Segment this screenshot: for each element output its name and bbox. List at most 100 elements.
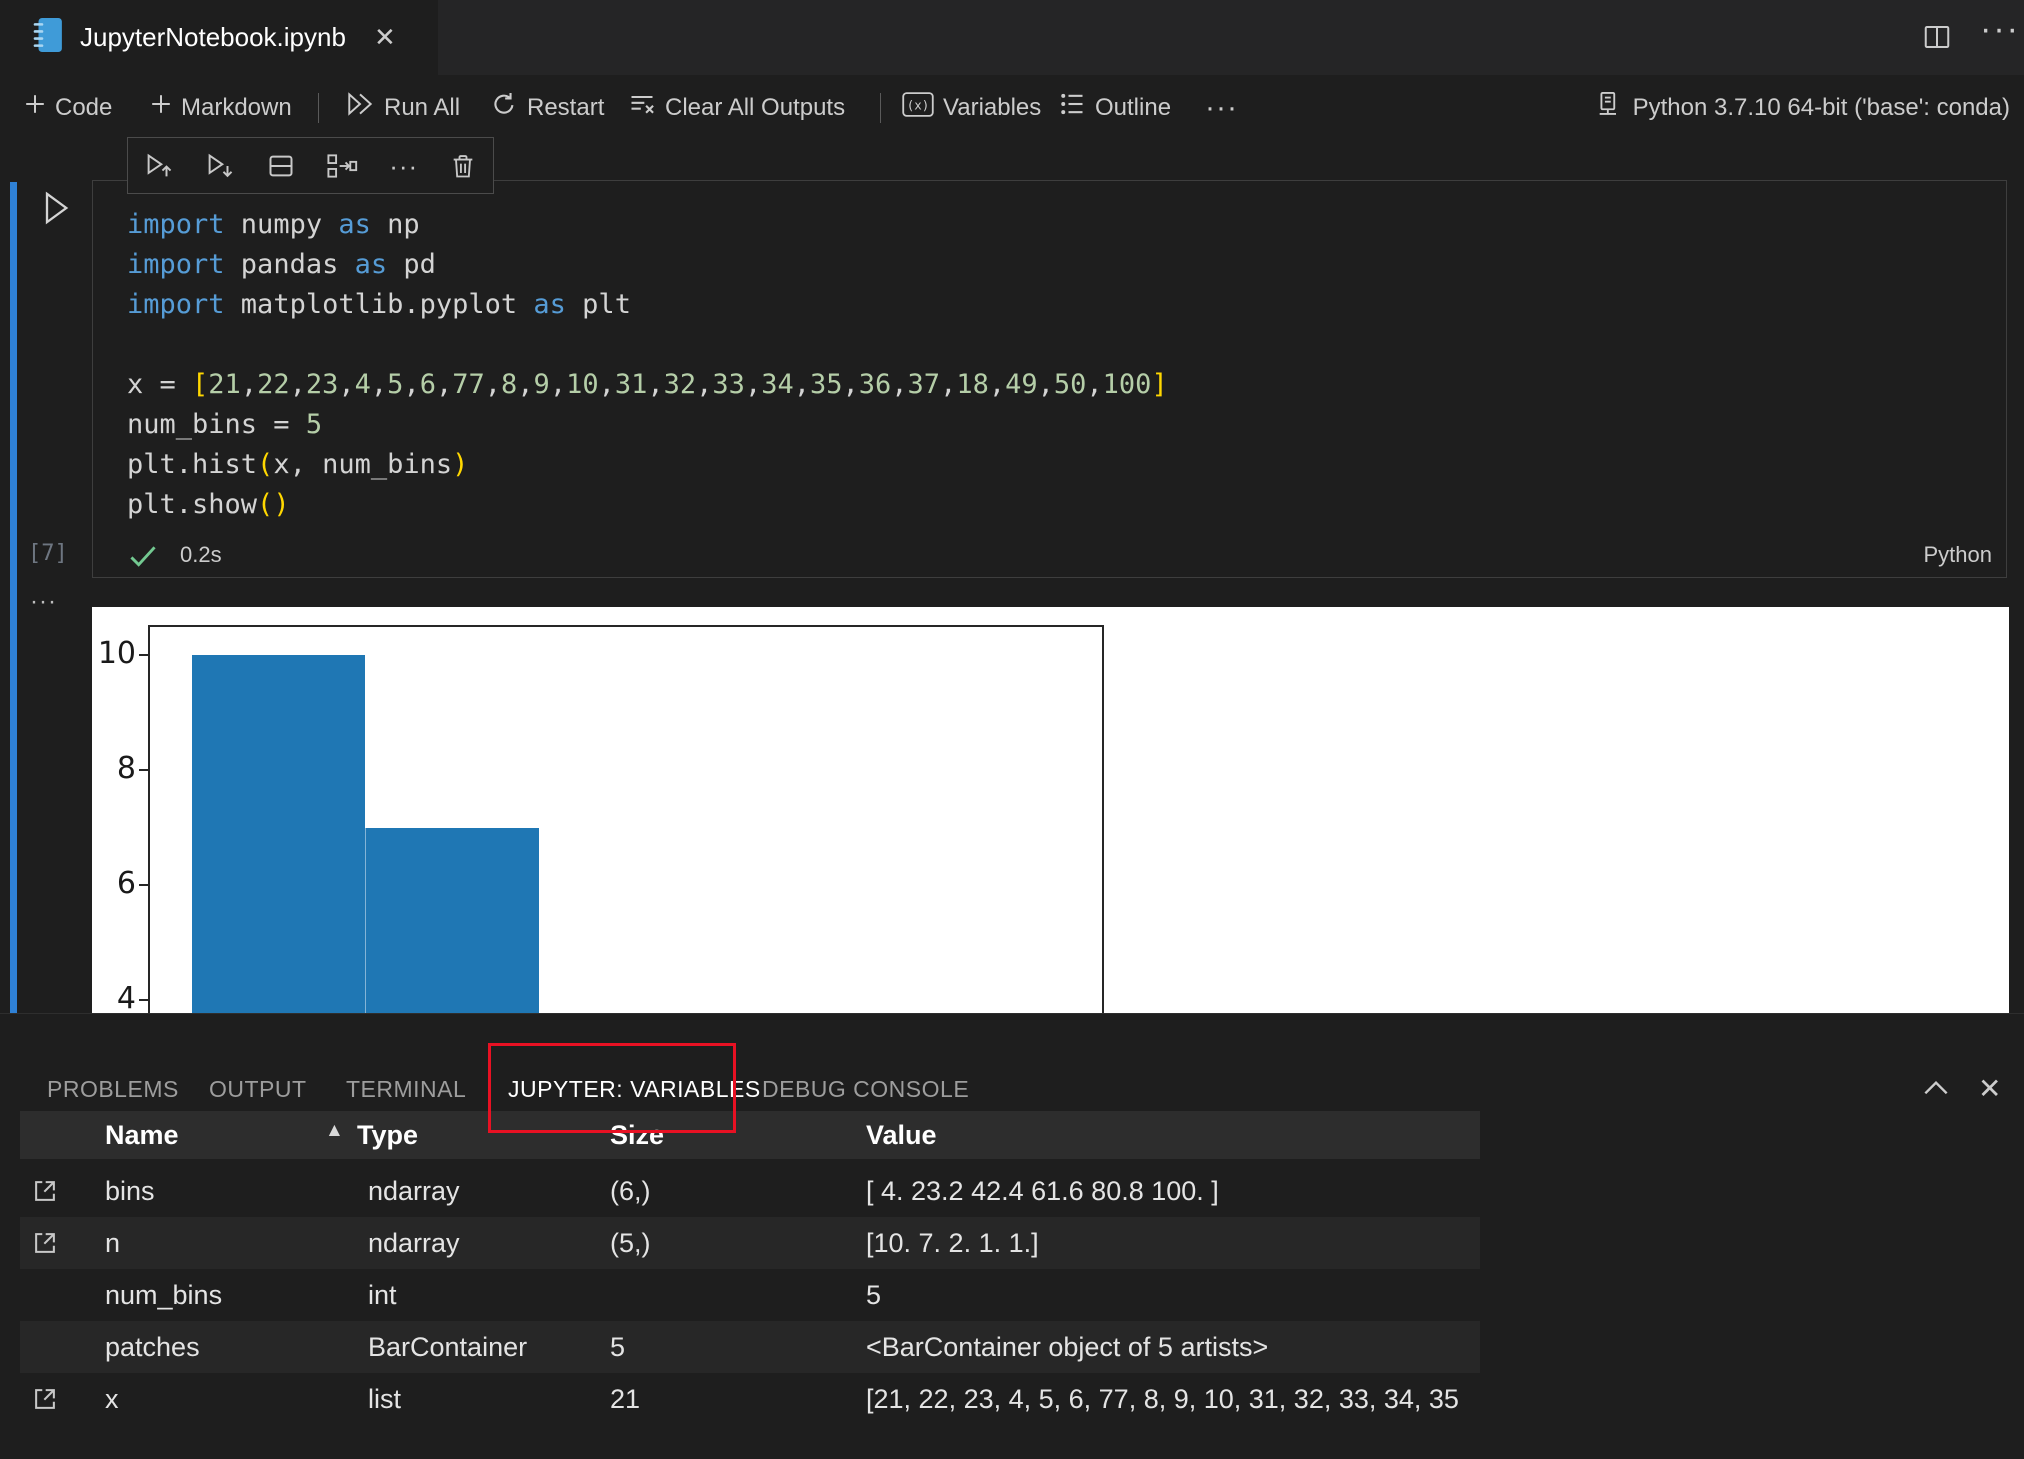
- sort-ascending-icon: ▲: [325, 1120, 344, 1141]
- variable-value: 5: [866, 1280, 882, 1310]
- open-data-viewer-icon[interactable]: [30, 1228, 60, 1265]
- variable-name: num_bins: [105, 1280, 223, 1310]
- y-axis-spine: [148, 625, 150, 1013]
- panel-tab-problems[interactable]: PROBLEMS: [47, 1076, 179, 1106]
- cell-success-check-icon: [128, 543, 158, 574]
- panel-tab-terminal[interactable]: TERMINAL: [346, 1076, 466, 1106]
- variable-row-num_bins[interactable]: num_bins int 5: [20, 1269, 1480, 1321]
- panel-close-icon[interactable]: ✕: [1978, 1072, 2001, 1105]
- kernel-picker[interactable]: Python 3.7.10 64-bit ('base': conda): [1595, 75, 2010, 140]
- bottom-panel: PROBLEMS OUTPUT TERMINAL JUPYTER: VARIABLES…: [0, 1013, 2024, 1459]
- outline-icon: [1058, 90, 1086, 125]
- panel-tab-debug-console[interactable]: DEBUG CONSOLE: [762, 1076, 969, 1106]
- variables-label: Variables: [943, 93, 1042, 121]
- variable-value: <BarContainer object of 5 artists>: [866, 1332, 1269, 1362]
- variables-button[interactable]: (x) Variables: [902, 75, 1041, 140]
- panel-tab-jupyter-variables[interactable]: JUPYTER: VARIABLES: [502, 1076, 767, 1151]
- cell-duration: 0.2s: [180, 542, 222, 567]
- run-all-icon: [345, 90, 375, 125]
- code-line[interactable]: import matplotlib.pyplot as plt: [127, 285, 1168, 325]
- variable-size: (6,): [610, 1176, 651, 1206]
- restart-label: Restart: [527, 93, 605, 121]
- restart-icon: [490, 90, 518, 125]
- variable-size: 21: [610, 1384, 641, 1414]
- variable-value: [10. 7. 2. 1. 1.]: [866, 1228, 1039, 1258]
- run-cells-above-icon[interactable]: [144, 152, 174, 180]
- variable-value: [21, 22, 23, 4, 5, 6, 77, 8, 9, 10, 31, …: [866, 1384, 1459, 1414]
- toolbar-more-actions[interactable]: ···: [1205, 75, 1238, 140]
- clear-all-outputs-button[interactable]: Clear All Outputs: [628, 75, 845, 140]
- variable-type: ndarray: [368, 1228, 460, 1258]
- variable-name: n: [105, 1228, 121, 1258]
- variable-type: list: [368, 1384, 401, 1414]
- plus-icon: [150, 93, 172, 122]
- code-line[interactable]: x = [21,22,23,4,5,6,77,8,9,10,31,32,33,3…: [127, 365, 1168, 405]
- output-more-actions-icon[interactable]: ···: [30, 588, 57, 616]
- variable-row-n[interactable]: n ndarray (5,) [10. 7. 2. 1. 1.]: [20, 1217, 1480, 1269]
- variable-size: (5,): [610, 1228, 651, 1258]
- code-line[interactable]: import numpy as np: [127, 205, 1168, 245]
- histogram-bar: [191, 655, 365, 1013]
- cell-more-actions-icon[interactable]: ···: [389, 153, 418, 179]
- y-tick-label: 10: [97, 636, 136, 671]
- variable-name: x: [105, 1384, 119, 1414]
- y-tick-mark: [139, 654, 149, 656]
- join-cells-icon[interactable]: [326, 153, 358, 179]
- outline-label: Outline: [1095, 93, 1172, 121]
- variable-row-patches[interactable]: patches BarContainer 5 <BarContainer object…: [20, 1321, 1480, 1373]
- y-tick-mark: [139, 999, 149, 1001]
- column-header-size[interactable]: Size: [610, 1120, 664, 1151]
- code-line[interactable]: plt.show(): [127, 485, 1168, 525]
- histogram-bar: [365, 827, 540, 1013]
- vscode-window: JupyterNotebook.ipynb ✕ ··· Code Markdow…: [0, 0, 2024, 1459]
- variable-size: 5: [610, 1332, 626, 1362]
- execution-count: [7]: [28, 541, 68, 566]
- y-tick-mark: [139, 769, 149, 771]
- editor-more-actions-icon[interactable]: ···: [1980, 10, 2020, 49]
- run-cell-button[interactable]: [40, 190, 72, 231]
- code-editor[interactable]: import numpy as np import pandas as pd imp…: [127, 205, 1168, 525]
- variable-value: [ 4. 23.2 42.4 61.6 80.8 100. ]: [866, 1176, 1219, 1206]
- code-line[interactable]: plt.hist(x, num_bins): [127, 445, 1168, 485]
- add-code-cell-button[interactable]: Code: [24, 75, 112, 140]
- variables-icon: (x): [902, 91, 934, 124]
- code-line[interactable]: num_bins = 5: [127, 405, 1168, 445]
- panel-tab-output[interactable]: OUTPUT: [209, 1076, 307, 1106]
- delete-cell-icon[interactable]: [449, 152, 477, 180]
- variable-name: bins: [105, 1176, 155, 1206]
- plus-icon: [24, 93, 46, 122]
- restart-button[interactable]: Restart: [490, 75, 604, 140]
- tab-jupyternotebook[interactable]: JupyterNotebook.ipynb ✕: [0, 0, 438, 75]
- column-header-value[interactable]: Value: [866, 1120, 937, 1151]
- open-data-viewer-icon[interactable]: [30, 1384, 60, 1421]
- svg-text:(x): (x): [907, 97, 930, 112]
- variable-type: ndarray: [368, 1176, 460, 1206]
- add-code-label: Code: [55, 93, 113, 121]
- kernel-label: Python 3.7.10 64-bit ('base': conda): [1632, 93, 2010, 121]
- variable-type: BarContainer: [368, 1332, 528, 1362]
- code-line[interactable]: import pandas as pd: [127, 245, 1168, 285]
- column-header-name[interactable]: Name: [105, 1120, 179, 1151]
- run-cell-and-below-icon[interactable]: [205, 152, 235, 180]
- editor-tab-bar: JupyterNotebook.ipynb ✕ ···: [0, 0, 2024, 75]
- cell-selection-indicator: [10, 182, 17, 1013]
- add-markdown-cell-button[interactable]: Markdown: [150, 75, 292, 140]
- notebook-file-icon: [30, 15, 64, 60]
- y-tick-label: 8: [116, 751, 136, 786]
- tab-close-icon[interactable]: ✕: [374, 22, 396, 53]
- tab-title: JupyterNotebook.ipynb: [80, 22, 346, 52]
- open-data-viewer-icon[interactable]: [30, 1176, 60, 1213]
- panel-collapse-chevron-icon[interactable]: [1922, 1080, 1950, 1101]
- variable-row-x[interactable]: x list 21 [21, 22, 23, 4, 5, 6, 77, 8, 9, 1…: [20, 1373, 1480, 1425]
- outline-button[interactable]: Outline: [1058, 75, 1171, 140]
- run-all-label: Run All: [384, 93, 461, 121]
- split-editor-icon[interactable]: [1922, 22, 1952, 57]
- column-header-type[interactable]: Type: [357, 1120, 418, 1151]
- variable-row-bins[interactable]: bins ndarray (6,) [ 4. 23.2 42.4 61.6 80.8 …: [20, 1165, 1480, 1217]
- run-all-button[interactable]: Run All: [345, 75, 460, 140]
- cell-language-picker[interactable]: Python: [1924, 542, 1993, 568]
- split-cell-icon[interactable]: [266, 152, 296, 180]
- variable-name: patches: [105, 1332, 200, 1362]
- code-line[interactable]: [127, 325, 1168, 365]
- kernel-icon: [1595, 89, 1623, 126]
